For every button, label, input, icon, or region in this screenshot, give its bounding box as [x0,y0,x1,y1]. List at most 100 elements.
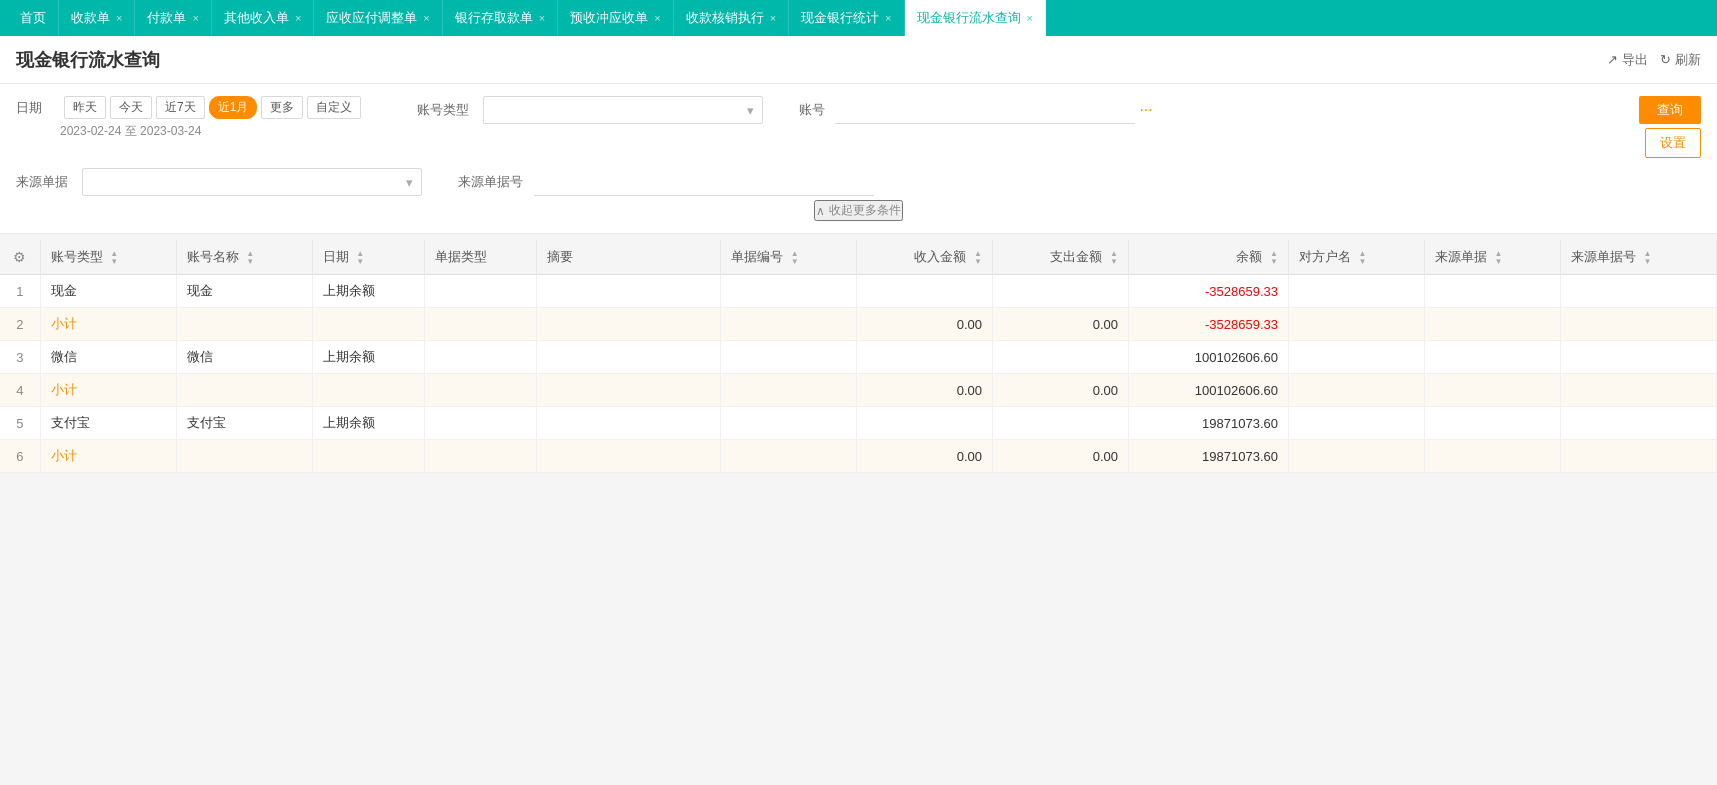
cell-expense [993,275,1129,308]
source-doc-select[interactable]: ▾ [82,168,422,196]
nav-other-income[interactable]: 其他收入单 × [212,0,314,36]
column-settings-icon[interactable]: ⚙ [13,249,26,265]
cell-source-doc [1424,341,1560,374]
settings-button[interactable]: 设置 [1645,128,1701,158]
account-type-select[interactable]: ▾ [483,96,763,124]
cell-account-type: 微信 [40,341,176,374]
cell-counterpart [1288,440,1424,473]
source-doc-no-input[interactable] [534,168,874,196]
close-icon[interactable]: × [423,12,429,24]
cell-source-doc-no [1560,308,1716,341]
cell-source-doc [1424,308,1560,341]
cell-summary [536,308,720,341]
date-range: 2023-02-24 至 2023-03-24 [60,123,361,140]
sort-icon: ▲▼ [1359,250,1367,266]
close-icon[interactable]: × [116,12,122,24]
query-button[interactable]: 查询 [1639,96,1701,124]
cell-doc-no [721,275,857,308]
th-income: 收入金额 ▲▼ [857,240,993,275]
nav-receipt[interactable]: 收款单 × [59,0,135,36]
close-icon[interactable]: × [539,12,545,24]
table-header-row: ⚙ 账号类型 ▲▼ 账号名称 ▲▼ 日期 ▲▼ 单据类型 摘要 单据编号 [0,240,1717,275]
cell-doc-type [424,407,536,440]
cell-source-doc-no [1560,374,1716,407]
chevron-down-icon: ▾ [406,175,413,190]
cell-account-name: 微信 [176,341,312,374]
table-container: ⚙ 账号类型 ▲▼ 账号名称 ▲▼ 日期 ▲▼ 单据类型 摘要 单据编号 [0,240,1717,473]
cell-expense [993,341,1129,374]
cell-expense: 0.00 [993,440,1129,473]
account-label: 账号 [799,101,829,119]
nav-stats[interactable]: 现金银行统计 × [789,0,904,36]
sort-icon: ▲▼ [974,250,982,266]
date-btn-custom[interactable]: 自定义 [307,96,361,119]
date-btn-more[interactable]: 更多 [261,96,303,119]
cell-balance: -3528659.33 [1129,275,1289,308]
nav-adjustment[interactable]: 应收应付调整单 × [314,0,442,36]
date-btn-yesterday[interactable]: 昨天 [64,96,106,119]
cell-doc-type [424,440,536,473]
cell-date [312,440,424,473]
account-type-label: 账号类型 [417,101,477,119]
cell-account-type: 小计 [40,308,176,341]
th-source-doc: 来源单据 ▲▼ [1424,240,1560,275]
cell-counterpart [1288,407,1424,440]
refresh-button[interactable]: ↻ 刷新 [1660,51,1701,69]
table-row: 2 小计 0.00 0.00 -3528659.33 [0,308,1717,341]
nav-bank-deposit[interactable]: 银行存取款单 × [443,0,558,36]
th-expense: 支出金额 ▲▼ [993,240,1129,275]
cell-account-name [176,374,312,407]
row-number: 3 [0,341,40,374]
cell-summary [536,341,720,374]
cell-account-type: 现金 [40,275,176,308]
date-btn-7days[interactable]: 近7天 [156,96,205,119]
sort-icon: ▲▼ [1110,250,1118,266]
page-title: 现金银行流水查询 [16,48,160,72]
row-number: 1 [0,275,40,308]
close-icon[interactable]: × [192,12,198,24]
nav-cashflow[interactable]: 现金银行流水查询 × [905,0,1046,36]
close-icon[interactable]: × [770,12,776,24]
cell-doc-no [721,374,857,407]
filter-area: 日期 昨天 今天 近7天 近1月 更多 自定义 2023-02-24 至 202… [0,84,1717,234]
close-icon[interactable]: × [295,12,301,24]
collapse-row: ∧ 收起更多条件 [16,196,1701,221]
cell-counterpart [1288,308,1424,341]
th-balance: 余额 ▲▼ [1129,240,1289,275]
nav-advance[interactable]: 预收冲应收单 × [558,0,673,36]
cell-source-doc-no [1560,440,1716,473]
collapse-button[interactable]: ∧ 收起更多条件 [814,200,903,221]
cell-account-type: 小计 [40,440,176,473]
cell-source-doc-no [1560,407,1716,440]
cell-expense [993,407,1129,440]
date-label: 日期 [16,99,56,117]
close-icon[interactable]: × [654,12,660,24]
nav-home[interactable]: 首页 [8,0,59,36]
cell-balance: 19871073.60 [1129,440,1289,473]
th-date: 日期 ▲▼ [312,240,424,275]
cell-date: 上期余额 [312,407,424,440]
date-btn-1month[interactable]: 近1月 [209,96,258,119]
source-doc-no-label: 来源单据号 [458,173,528,191]
close-icon[interactable]: × [1027,12,1033,24]
chevron-down-icon: ▾ [747,103,754,118]
nav-payment[interactable]: 付款单 × [135,0,211,36]
export-button[interactable]: ↗ 导出 [1607,51,1648,69]
cell-account-type: 小计 [40,374,176,407]
table-row: 5 支付宝 支付宝 上期余额 19871073.60 [0,407,1717,440]
table-row: 1 现金 现金 上期余额 -3528659.33 [0,275,1717,308]
nav-verify[interactable]: 收款核销执行 × [674,0,789,36]
close-icon[interactable]: × [885,12,891,24]
th-account-name: 账号名称 ▲▼ [176,240,312,275]
sort-icon: ▲▼ [246,250,254,266]
cell-balance: -3528659.33 [1129,308,1289,341]
date-btn-today[interactable]: 今天 [110,96,152,119]
account-input[interactable] [835,96,1135,124]
th-summary: 摘要 [536,240,720,275]
cell-source-doc [1424,374,1560,407]
cell-source-doc [1424,407,1560,440]
cell-doc-type [424,341,536,374]
more-options-icon[interactable]: ··· [1139,101,1152,119]
sort-icon: ▲▼ [110,250,118,266]
cell-doc-no [721,407,857,440]
